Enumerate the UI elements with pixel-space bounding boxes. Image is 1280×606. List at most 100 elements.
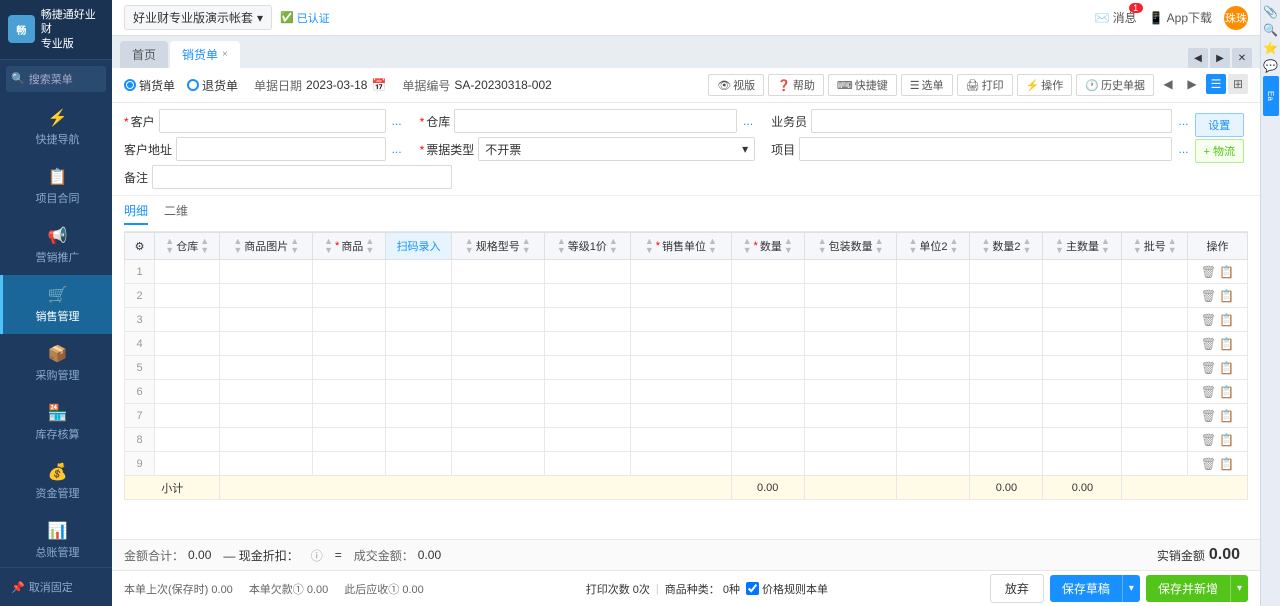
grid-view-btn[interactable]: ⊞ — [1228, 74, 1248, 94]
toolbar-prev-btn[interactable]: ◀ — [1158, 74, 1178, 94]
sidebar-item-marketing[interactable]: 📢 营销推广 — [0, 216, 112, 275]
row-copy-9[interactable]: 📋 — [1219, 456, 1235, 472]
setting-btn[interactable]: 设置 — [1195, 113, 1244, 137]
operate-btn[interactable]: ⚡ 操作 — [1017, 74, 1073, 96]
row-copy-1[interactable]: 📋 — [1219, 264, 1235, 280]
row-copy-2[interactable]: 📋 — [1219, 288, 1235, 304]
col-scan[interactable]: 扫码录入 — [386, 233, 452, 260]
unpin-button[interactable]: 📌 取消固定 — [6, 574, 106, 600]
row-delete-3[interactable]: 🗑 — [1201, 312, 1217, 328]
select-btn[interactable]: ☰ 选单 — [901, 74, 953, 96]
row-delete-8[interactable]: 🗑 — [1201, 432, 1217, 448]
tab-detail[interactable]: 明细 — [124, 202, 148, 225]
tab-prev-button[interactable]: ◀ — [1188, 48, 1208, 68]
app-download-button[interactable]: 📱 App下载 — [1149, 9, 1212, 26]
inventory-icon: 🏪 — [48, 403, 68, 423]
col-img[interactable]: ▲▼ 商品图片 ▲▼ — [220, 233, 313, 260]
search-menu-button[interactable]: 🔍 搜索菜单 — [6, 66, 106, 92]
tab-2d[interactable]: 二维 — [164, 202, 188, 225]
col-unit[interactable]: ▲▼ *销售单位 ▲▼ — [631, 233, 731, 260]
subtotal-qty: 0.00 — [731, 476, 804, 500]
col-unit2[interactable]: ▲▼ 单位2 ▲▼ — [897, 233, 970, 260]
print-btn[interactable]: 🖨 打印 — [957, 74, 1013, 96]
date-value[interactable]: 2023-03-18 — [306, 78, 367, 92]
sidebar-item-finance[interactable]: 💰 资金管理 — [0, 452, 112, 511]
row-delete-7[interactable]: 🗑 — [1201, 408, 1217, 424]
project-dots-btn[interactable]: ... — [1176, 142, 1190, 156]
help-btn[interactable]: ❓ 帮助 — [768, 74, 824, 96]
user-avatar[interactable]: 珠珠 — [1224, 6, 1248, 30]
save-new-button[interactable]: 保存并新增 — [1146, 575, 1230, 602]
price-rule-check[interactable] — [746, 582, 759, 595]
col-main-qty[interactable]: ▲▼ 主数量 ▲▼ — [1043, 233, 1122, 260]
save-new-arrow-button[interactable]: ▾ — [1230, 575, 1248, 602]
row-delete-2[interactable]: 🗑 — [1201, 288, 1217, 304]
row-copy-4[interactable]: 📋 — [1219, 336, 1235, 352]
address-dots-btn[interactable]: ... — [390, 142, 404, 156]
row-delete-9[interactable]: 🗑 — [1201, 456, 1217, 472]
row-delete-6[interactable]: 🗑 — [1201, 384, 1217, 400]
right-comment-icon[interactable]: 💬 — [1263, 58, 1279, 74]
date-label: 单据日期 — [254, 77, 302, 94]
row-copy-8[interactable]: 📋 — [1219, 432, 1235, 448]
remark-input[interactable] — [152, 165, 452, 189]
discard-button[interactable]: 放弃 — [990, 574, 1044, 603]
invoice-select[interactable]: 不开票 ▾ — [478, 137, 755, 161]
sidebar-item-sales[interactable]: 🛒 销售管理 — [0, 275, 112, 334]
tab-home[interactable]: 首页 — [120, 41, 168, 68]
radio-return-order[interactable]: 退货单 — [187, 77, 238, 94]
col-pack-qty[interactable]: ▲▼ 包装数量 ▲▼ — [804, 233, 897, 260]
radio-sales-order[interactable]: 销货单 — [124, 77, 175, 94]
row-copy-7[interactable]: 📋 — [1219, 408, 1235, 424]
messages-button[interactable]: ✉️ 消息 1 — [1095, 9, 1137, 26]
tab-sales-order[interactable]: 销货单 × — [170, 41, 240, 68]
right-star-icon[interactable]: ⭐ — [1263, 40, 1279, 56]
company-selector[interactable]: 好业财专业版演示帐套 ▾ — [124, 5, 272, 30]
sidebar-item-purchase[interactable]: 📦 采购管理 — [0, 334, 112, 393]
row-copy-5[interactable]: 📋 — [1219, 360, 1235, 376]
col-actions: 操作 — [1188, 233, 1248, 260]
right-active-btn[interactable]: Ea — [1263, 76, 1279, 116]
col-qty2[interactable]: ▲▼ 数量2 ▲▼ — [970, 233, 1043, 260]
address-input[interactable] — [176, 137, 386, 161]
toolbar-next-btn[interactable]: ▶ — [1182, 74, 1202, 94]
save-draft-arrow-button[interactable]: ▾ — [1122, 575, 1140, 602]
sidebar-item-inventory[interactable]: 🏪 库存核算 — [0, 393, 112, 452]
warehouse-input[interactable]: 小宝仓库 — [454, 109, 737, 133]
col-qty[interactable]: ▲▼ *数量 ▲▼ — [731, 233, 804, 260]
customer-dots-btn[interactable]: ... — [390, 114, 404, 128]
row-copy-6[interactable]: 📋 — [1219, 384, 1235, 400]
calendar-icon[interactable]: 📅 — [371, 78, 386, 92]
tab-close-all-button[interactable]: ✕ — [1232, 48, 1252, 68]
list-view-btn[interactable]: ☰ — [1206, 74, 1226, 94]
col-spec[interactable]: ▲▼ 规格型号 ▲▼ — [451, 233, 544, 260]
staff-dots-btn[interactable]: ... — [1176, 114, 1190, 128]
warehouse-dots-btn[interactable]: ... — [741, 114, 755, 128]
add-logistics-btn[interactable]: + 物流 — [1195, 139, 1244, 163]
row-copy-3[interactable]: 📋 — [1219, 312, 1235, 328]
project-input[interactable]: 选择... — [799, 137, 1172, 161]
sidebar-item-quick-nav[interactable]: ⚡ 快捷导航 — [0, 98, 112, 157]
customer-input[interactable] — [159, 109, 386, 133]
row-delete-1[interactable]: 🗑 — [1201, 264, 1217, 280]
tab-close-button[interactable]: × — [222, 49, 228, 60]
col-price1[interactable]: ▲▼ 等级1价 ▲▼ — [544, 233, 631, 260]
sidebar-item-accounting[interactable]: 📊 总账管理 — [0, 511, 112, 567]
right-attach-icon[interactable]: 📎 — [1263, 4, 1279, 20]
col-settings[interactable]: ⚙ — [125, 233, 155, 260]
shortcut-btn[interactable]: ⌨ 快捷键 — [828, 74, 897, 96]
view-btn[interactable]: 👁 视版 — [708, 74, 764, 96]
sidebar-item-project[interactable]: 📋 项目合同 — [0, 157, 112, 216]
row-delete-5[interactable]: 🗑 — [1201, 360, 1217, 376]
order-no-value[interactable]: SA-20230318-002 — [454, 78, 551, 92]
staff-input[interactable]: 选择... — [811, 109, 1172, 133]
row-delete-4[interactable]: 🗑 — [1201, 336, 1217, 352]
price-rule-checkbox[interactable]: 价格规则本单 — [746, 581, 828, 597]
tab-next-button[interactable]: ▶ — [1210, 48, 1230, 68]
history-btn[interactable]: 🕐 历史单据 — [1076, 74, 1154, 96]
col-warehouse[interactable]: ▲▼ 仓库 ▲▼ — [155, 233, 220, 260]
col-product[interactable]: ▲▼ *商品 ▲▼ — [313, 233, 386, 260]
save-draft-button[interactable]: 保存草稿 — [1050, 575, 1122, 602]
right-search-icon[interactable]: 🔍 — [1263, 22, 1279, 38]
col-batch[interactable]: ▲▼ 批号 ▲▼ — [1122, 233, 1188, 260]
